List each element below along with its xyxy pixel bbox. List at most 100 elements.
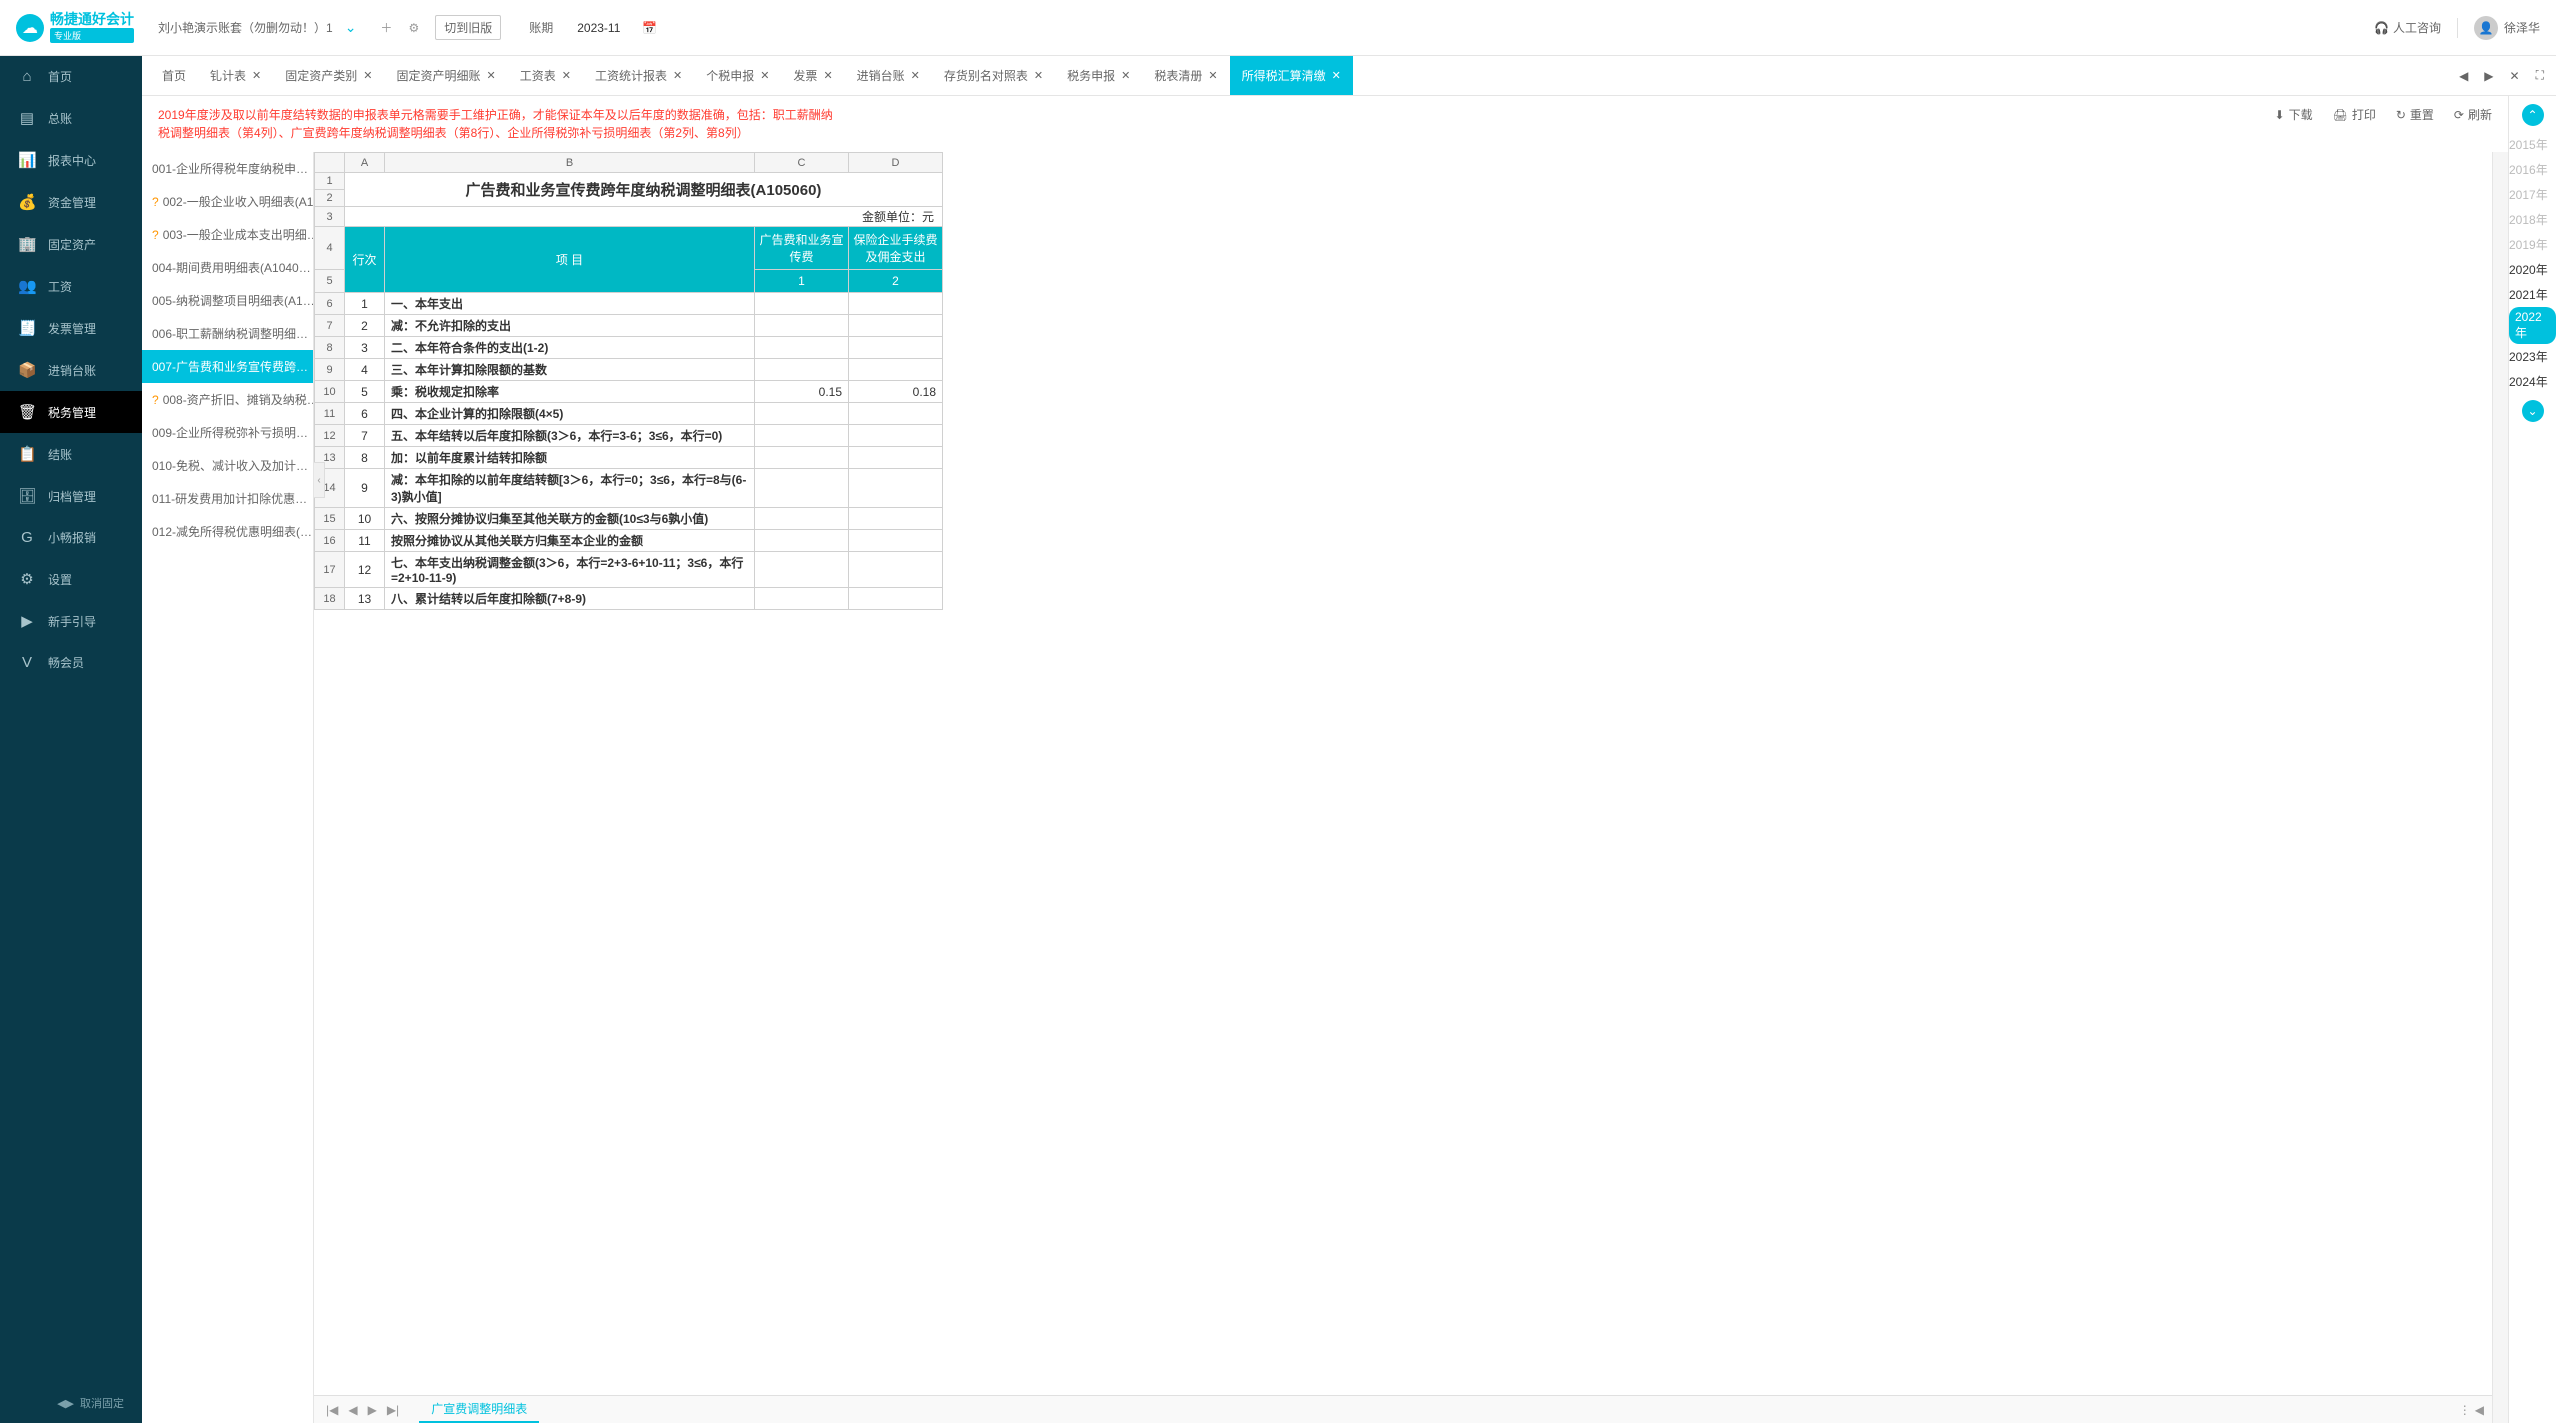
header-num2[interactable]: 2 xyxy=(849,270,943,293)
tab-close-icon[interactable]: ✕ xyxy=(1121,69,1130,82)
tab-close-icon[interactable]: ✕ xyxy=(911,69,920,82)
value-cell-d[interactable] xyxy=(849,447,943,469)
tab-close-icon[interactable]: ✕ xyxy=(823,69,832,82)
row-number-cell[interactable]: 9 xyxy=(345,469,385,508)
tab[interactable]: 存货别名对照表✕ xyxy=(932,56,1055,96)
value-cell-c[interactable] xyxy=(755,403,849,425)
value-cell-c[interactable]: 0.15 xyxy=(755,381,849,403)
value-cell-d[interactable] xyxy=(849,469,943,508)
row-number-cell[interactable]: 10 xyxy=(345,508,385,530)
label-cell[interactable]: 四、本企业计算的扣除限额(4×5) xyxy=(385,403,755,425)
sidebar-item[interactable]: ▤总账 xyxy=(0,97,142,139)
row-number-cell[interactable]: 1 xyxy=(345,293,385,315)
value-cell-c[interactable] xyxy=(755,315,849,337)
sidebar-item[interactable]: 🧾发票管理 xyxy=(0,307,142,349)
tab-close-all-icon[interactable]: ✕ xyxy=(2506,65,2524,87)
tab[interactable]: 固定资产明细账✕ xyxy=(384,56,507,96)
value-cell-d[interactable] xyxy=(849,337,943,359)
col-header-A[interactable]: A xyxy=(345,153,385,173)
refresh-button[interactable]: ⟳刷新 xyxy=(2454,106,2492,123)
file-item[interactable]: 007-广告费和业务宣传费跨… xyxy=(142,350,313,383)
year-item[interactable]: 2022年 xyxy=(2509,307,2556,344)
tab[interactable]: 工资表✕ xyxy=(508,56,583,96)
row-header[interactable]: 2 xyxy=(315,190,345,207)
value-cell-c[interactable] xyxy=(755,530,849,552)
sidebar-item[interactable]: 📦进销台账 xyxy=(0,349,142,391)
label-cell[interactable]: 七、本年支出纳税调整金额(3＞6，本行=2+3-6+10-11；3≤6，本行=2… xyxy=(385,552,755,588)
label-cell[interactable]: 三、本年计算扣除限额的基数 xyxy=(385,359,755,381)
row-number-cell[interactable]: 5 xyxy=(345,381,385,403)
row-header[interactable]: 18 xyxy=(315,588,345,610)
reset-button[interactable]: ↻重置 xyxy=(2396,106,2434,123)
sidebar-item[interactable]: 🗄归档管理 xyxy=(0,475,142,517)
tab[interactable]: 首页 xyxy=(150,56,198,96)
tab[interactable]: 税表清册✕ xyxy=(1142,56,1229,96)
file-item[interactable]: 010-免税、减计收入及加计… xyxy=(142,449,313,482)
row-header[interactable]: 9 xyxy=(315,359,345,381)
tab-close-icon[interactable]: ✕ xyxy=(363,69,372,82)
row-number-cell[interactable]: 7 xyxy=(345,425,385,447)
row-header[interactable]: 17 xyxy=(315,552,345,588)
year-item[interactable]: 2024年 xyxy=(2509,369,2556,394)
gear-icon[interactable]: ⚙ xyxy=(408,21,419,35)
year-item[interactable]: 2023年 xyxy=(2509,344,2556,369)
value-cell-d[interactable] xyxy=(849,508,943,530)
tab-scroll-right-icon[interactable]: ▶ xyxy=(2480,65,2497,87)
file-item[interactable]: 012-减免所得税优惠明细表(… xyxy=(142,515,313,548)
tab[interactable]: 发票✕ xyxy=(781,56,844,96)
tab-close-icon[interactable]: ✕ xyxy=(487,69,496,82)
value-cell-d[interactable] xyxy=(849,552,943,588)
calendar-icon[interactable]: 📅 xyxy=(642,21,657,35)
header-item[interactable]: 项 目 xyxy=(385,227,755,293)
year-up-icon[interactable]: ⌃ xyxy=(2522,104,2544,126)
row-number-cell[interactable]: 4 xyxy=(345,359,385,381)
value-cell-c[interactable] xyxy=(755,359,849,381)
sidebar-item[interactable]: ⌂首页 xyxy=(0,56,142,97)
tab[interactable]: 工资统计报表✕ xyxy=(583,56,694,96)
label-cell[interactable]: 二、本年符合条件的支出(1-2) xyxy=(385,337,755,359)
label-cell[interactable]: 加：以前年度累计结转扣除额 xyxy=(385,447,755,469)
support-link[interactable]: 🎧 人工咨询 xyxy=(2374,19,2441,36)
sheet-prev-icon[interactable]: ◀ xyxy=(344,1403,361,1417)
tab-close-icon[interactable]: ✕ xyxy=(1034,69,1043,82)
value-cell-d[interactable] xyxy=(849,293,943,315)
sheet-title[interactable]: 广告费和业务宣传费跨年度纳税调整明细表(A105060) xyxy=(345,173,943,207)
header-col1[interactable]: 广告费和业务宣传费 xyxy=(755,227,849,270)
value-cell-d[interactable] xyxy=(849,530,943,552)
value-cell-d[interactable] xyxy=(849,588,943,610)
label-cell[interactable]: 五、本年结转以后年度扣除额(3＞6，本行=3-6；3≤6，本行=0) xyxy=(385,425,755,447)
tab-close-icon[interactable]: ✕ xyxy=(1208,69,1217,82)
sidebar-item[interactable]: ▶新手引导 xyxy=(0,600,142,642)
sheet-tab[interactable]: 广宣费调整明细表 xyxy=(419,1396,539,1423)
value-cell-c[interactable] xyxy=(755,552,849,588)
sheet-next-icon[interactable]: ▶ xyxy=(364,1403,381,1417)
sidebar-item[interactable]: 🏢固定资产 xyxy=(0,223,142,265)
row-number-cell[interactable]: 3 xyxy=(345,337,385,359)
row-header[interactable]: 6 xyxy=(315,293,345,315)
file-item[interactable]: 001-企业所得税年度纳税申… xyxy=(142,152,313,185)
year-item[interactable]: 2019年 xyxy=(2509,232,2556,257)
user-info[interactable]: 👤 徐泽华 xyxy=(2474,16,2540,40)
sidebar-item[interactable]: 📊报表中心 xyxy=(0,139,142,181)
tab[interactable]: 钆计表✕ xyxy=(198,56,273,96)
label-cell[interactable]: 六、按照分摊协议归集至其他关联方的金额(10≤3与6孰小值) xyxy=(385,508,755,530)
value-cell-c[interactable] xyxy=(755,447,849,469)
tab-close-icon[interactable]: ✕ xyxy=(760,69,769,82)
tab-close-icon[interactable]: ✕ xyxy=(1332,69,1341,82)
header-col2[interactable]: 保险企业手续费及佣金支出 xyxy=(849,227,943,270)
tab-close-icon[interactable]: ✕ xyxy=(673,69,682,82)
value-cell-d[interactable]: 0.18 xyxy=(849,381,943,403)
dots-icon[interactable]: ⋮ xyxy=(2459,1403,2471,1417)
tab[interactable]: 税务申报✕ xyxy=(1055,56,1142,96)
file-item[interactable]: ?002-一般企业收入明细表(A1… xyxy=(142,185,313,218)
value-cell-c[interactable] xyxy=(755,425,849,447)
file-item[interactable]: ?003-一般企业成本支出明细… xyxy=(142,218,313,251)
sidebar-item[interactable]: G小畅报销 xyxy=(0,517,142,558)
row-header[interactable]: 10 xyxy=(315,381,345,403)
collapse-handle[interactable]: ‹ xyxy=(314,462,325,498)
sidebar-item[interactable]: 👥工资 xyxy=(0,265,142,307)
value-cell-c[interactable] xyxy=(755,469,849,508)
row-header[interactable]: 12 xyxy=(315,425,345,447)
col-header-B[interactable]: B xyxy=(385,153,755,173)
header-num1[interactable]: 1 xyxy=(755,270,849,293)
